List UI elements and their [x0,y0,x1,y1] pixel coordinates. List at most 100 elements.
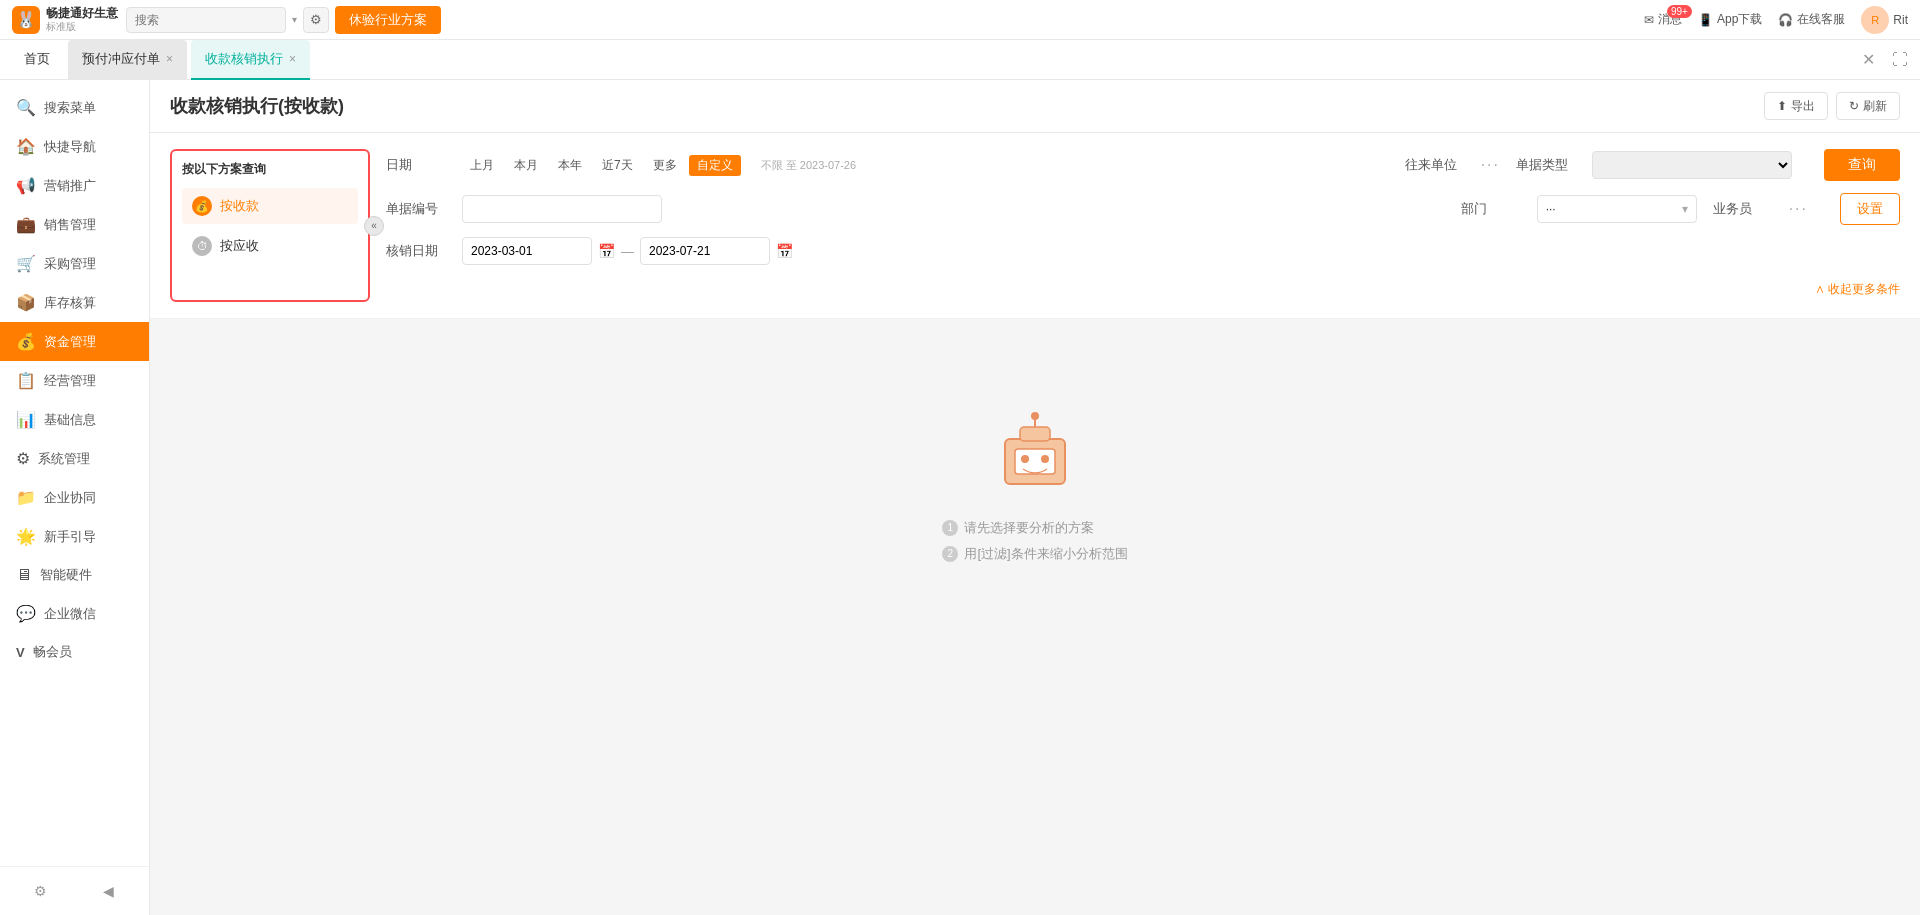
export-btn[interactable]: ⬆ 导出 [1764,92,1828,120]
set-btn[interactable]: 设置 [1840,193,1900,225]
sidebar-item-search[interactable]: 🔍 搜索菜单 [0,88,149,127]
dept-label: 部门 [1461,200,1521,218]
top-bar: 🐰 畅捷通好生意 标准版 ▾ ⚙ 休验行业方案 ✉ 消息 99+ 📱 App下载… [0,0,1920,40]
sidebar-collapse-btn[interactable]: ◀ [77,875,142,907]
online-service-btn[interactable]: 🎧 在线客服 [1778,11,1845,28]
sidebar-item-guide[interactable]: 🌟 新手引导 [0,517,149,556]
sidebar-item-hardware-label: 智能硬件 [40,566,92,584]
filter-row-3: 核销日期 📅 — 📅 [386,237,1900,265]
industry-btn[interactable]: 休验行业方案 [335,6,441,34]
verify-date-end[interactable] [640,237,770,265]
tip-1: 1 请先选择要分析的方案 [942,515,1127,541]
counterpart-label: 往来单位 [1405,156,1465,174]
sidebar-item-operations[interactable]: 📋 经营管理 [0,361,149,400]
doc-type-select-wrap [1592,151,1792,179]
receipt-option-label: 按收款 [220,197,259,215]
svg-point-6 [1031,412,1039,420]
filter-row-2: 单据编号 部门 ··· ▾ 业务员 ··· 设置 [386,193,1900,225]
tab-prepay[interactable]: 预付冲应付单 × [68,40,187,80]
collapse-icon: « [371,220,377,231]
app-download-btn[interactable]: 📱 App下载 [1698,11,1762,28]
date-tab-7days[interactable]: 近7天 [594,155,641,176]
logo-icon: 🐰 [12,6,40,34]
tab-close-window-btn[interactable]: ✕ [1856,48,1880,72]
empty-state: 1 请先选择要分析的方案 2 用[过滤]条件来缩小分析范围 [150,319,1920,647]
filter-option-receivable[interactable]: ⏱ 按应收 [182,228,358,264]
query-btn[interactable]: 查询 [1824,149,1900,181]
cal-start-icon[interactable]: 📅 [598,243,615,259]
tab-receipt-verify-label: 收款核销执行 [205,50,283,68]
sidebar-item-sales[interactable]: 💼 销售管理 [0,205,149,244]
date-tab-thismonth[interactable]: 本月 [506,155,546,176]
date-tab-thisyear[interactable]: 本年 [550,155,590,176]
tab-home[interactable]: 首页 [8,40,66,80]
basics-icon: 📊 [16,410,36,429]
settings-icon[interactable]: ⚙ [303,7,329,33]
date-unlimit: 不限 至 2023-07-26 [761,158,856,173]
sidebar-item-basics[interactable]: 📊 基础信息 [0,400,149,439]
sidebar-item-inventory[interactable]: 📦 库存核算 [0,283,149,322]
staff-label: 业务员 [1713,200,1773,218]
verify-date-label: 核销日期 [386,242,446,260]
sidebar-item-system[interactable]: ⚙ 系统管理 [0,439,149,478]
filter-scheme-panel: 按以下方案查询 💰 按收款 ⏱ 按应收 « [170,149,370,302]
sidebar-bottom: ⚙ ◀ [0,866,149,915]
sidebar-item-operations-label: 经营管理 [44,372,96,390]
verify-date-range: 📅 — 📅 [462,237,793,265]
sidebar-item-system-label: 系统管理 [38,450,90,468]
empty-illustration [985,399,1085,499]
verify-date-start[interactable] [462,237,592,265]
date-tab-lastmonth[interactable]: 上月 [462,155,502,176]
search-input[interactable] [126,7,286,33]
dropdown-arrow-icon[interactable]: ▾ [292,14,297,25]
user-info[interactable]: R Rit [1861,6,1908,34]
sidebar-item-enterprise[interactable]: 📁 企业协同 [0,478,149,517]
filter-area: 按以下方案查询 💰 按收款 ⏱ 按应收 « 日期 [150,133,1920,318]
tab-prepay-close[interactable]: × [166,52,173,66]
page-title: 收款核销执行(按收款) [170,94,344,118]
sidebar-item-purchase[interactable]: 🛒 采购管理 [0,244,149,283]
tip1-num: 1 [942,520,958,536]
message-icon: ✉ [1644,13,1654,27]
date-tab-more[interactable]: 更多 [645,155,685,176]
dept-select[interactable]: ··· ▾ [1537,195,1697,223]
sidebar-settings-btn[interactable]: ⚙ [8,875,73,907]
collapse-link[interactable]: ∧ 收起更多条件 [1815,281,1900,298]
filter-panel-collapse-btn[interactable]: « [364,216,384,236]
date-tab-custom[interactable]: 自定义 [689,155,741,176]
refresh-btn[interactable]: ↻ 刷新 [1836,92,1900,120]
svg-point-2 [1021,455,1029,463]
tab-receipt-verify[interactable]: 收款核销执行 × [191,40,310,80]
date-tabs: 上月 本月 本年 近7天 更多 自定义 [462,155,741,176]
dept-placeholder: ··· [1546,202,1556,216]
sidebar-item-marketing[interactable]: 📢 营销推广 [0,166,149,205]
purchase-icon: 🛒 [16,254,36,273]
top-right-actions: ✉ 消息 99+ 📱 App下载 🎧 在线客服 R Rit [1644,6,1908,34]
sidebar: 🔍 搜索菜单 🏠 快捷导航 📢 营销推广 💼 销售管理 🛒 采购管理 📦 库存核… [0,80,150,915]
receipt-option-icon: 💰 [192,196,212,216]
sidebar-item-hardware[interactable]: 🖥 智能硬件 [0,556,149,594]
date-label: 日期 [386,156,446,174]
username: Rit [1893,13,1908,27]
tab-maximize-btn[interactable]: ⛶ [1888,48,1912,72]
filter-option-receipt[interactable]: 💰 按收款 [182,188,358,224]
sidebar-item-quicknav-label: 快捷导航 [44,138,96,156]
doc-num-input[interactable] [462,195,662,223]
staff-dots-btn[interactable]: ··· [1789,200,1808,218]
sidebar-item-quicknav[interactable]: 🏠 快捷导航 [0,127,149,166]
cal-end-icon[interactable]: 📅 [776,243,793,259]
filter-panel-title: 按以下方案查询 [182,161,358,178]
brand-name: 畅捷通好生意 [46,7,118,20]
sidebar-item-funds[interactable]: 💰 资金管理 [0,322,149,361]
sidebar-item-member[interactable]: V 畅会员 [0,633,149,671]
message-btn[interactable]: ✉ 消息 99+ [1644,11,1682,28]
counterpart-dots-btn[interactable]: ··· [1481,156,1500,174]
doc-type-select[interactable] [1592,151,1792,179]
wechat-icon: 💬 [16,604,36,623]
tip1-text: 请先选择要分析的方案 [964,515,1094,541]
tab-receipt-verify-close[interactable]: × [289,52,296,66]
page-content: 收款核销执行(按收款) ⬆ 导出 ↻ 刷新 按以下方案查询 💰 按收款 [150,80,1920,915]
service-icon: 🎧 [1778,13,1793,27]
sales-icon: 💼 [16,215,36,234]
sidebar-item-wechat[interactable]: 💬 企业微信 [0,594,149,633]
